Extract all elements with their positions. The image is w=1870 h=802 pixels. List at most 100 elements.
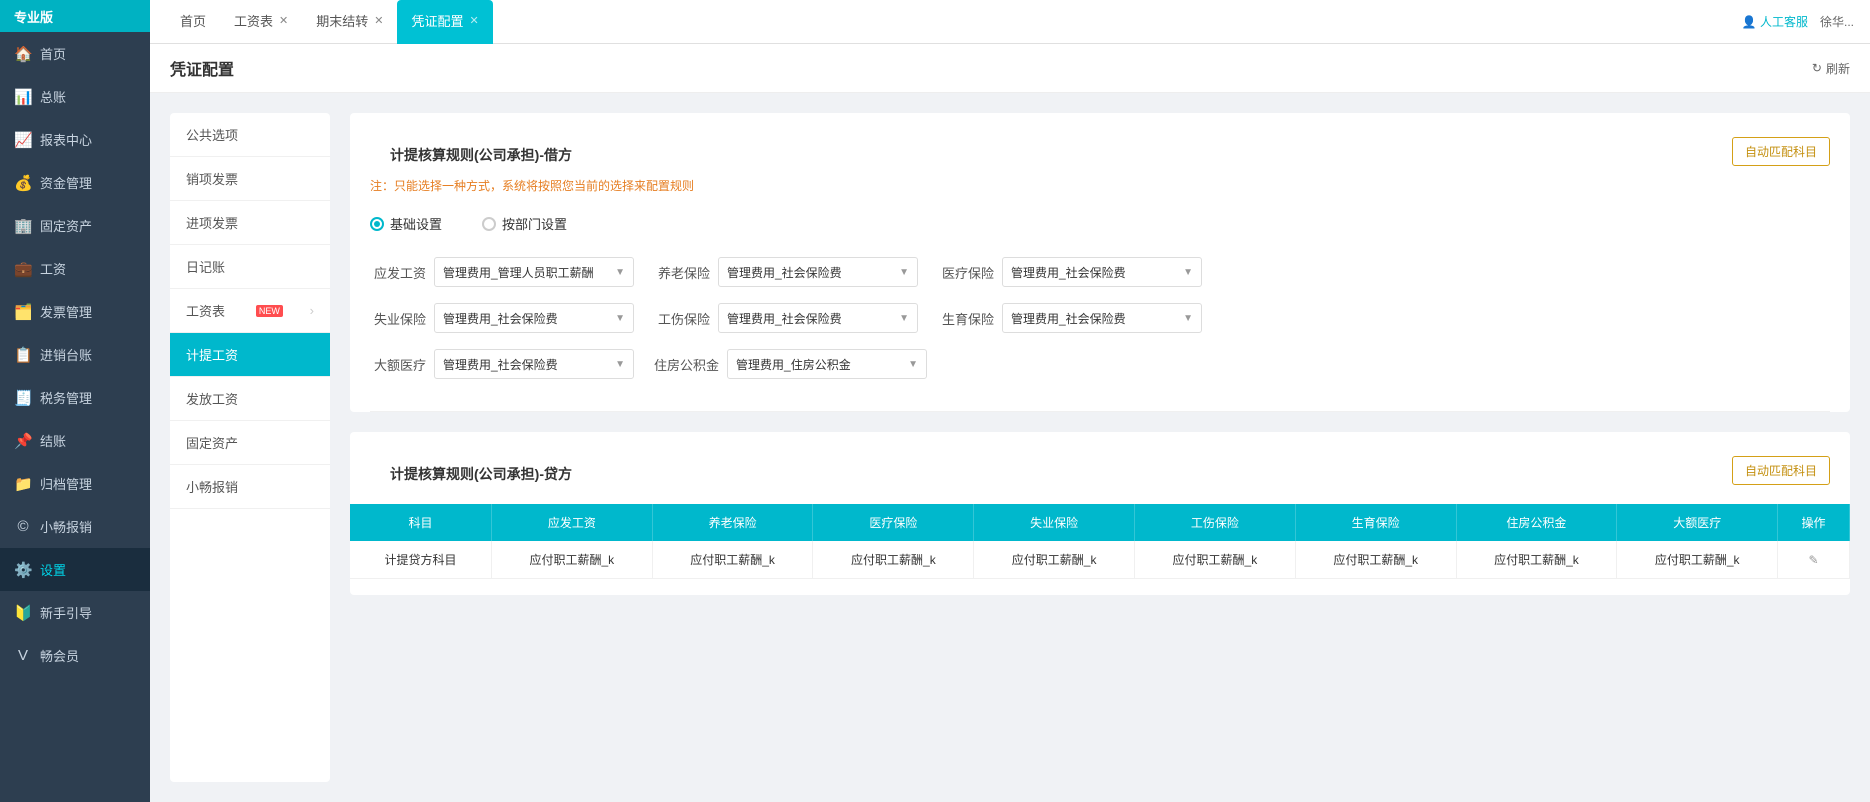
page-header: 凭证配置 ↻ 刷新 [150, 44, 1870, 93]
right-content: 计提核算规则(公司承担)-借方 自动匹配科目 注：只能选择一种方式，系统将按照您… [350, 113, 1850, 782]
top-right: 👤 人工客服 徐华... [1742, 13, 1854, 30]
left-nav-item-journal[interactable]: 日记账 [170, 245, 330, 289]
left-nav-label-accrued-salary: 计提工资 [186, 345, 238, 364]
form-select-sybx2[interactable]: 管理费用_社会保险费 ▼ [1002, 303, 1202, 333]
th-大额医疗: 大额医疗 [1617, 504, 1778, 541]
tab-close-voucher-config[interactable]: ✕ [470, 14, 479, 27]
chevron-down-icon-gjj: ▼ [908, 359, 918, 370]
form-label-gjj: 住房公积金 [654, 355, 719, 374]
sidebar-label-report-center: 报表中心 [40, 130, 92, 149]
debit-section-title: 计提核算规则(公司承担)-借方 [370, 129, 592, 173]
tab-close-period-close[interactable]: ✕ [374, 14, 383, 27]
form-select-value-sybx2: 管理费用_社会保险费 [1011, 310, 1126, 327]
purchase-sales-icon: 📋 [14, 346, 32, 364]
td-6: 应付职工薪酬_k [1295, 541, 1456, 579]
sidebar-label-invoice-management: 发票管理 [40, 302, 92, 321]
tab-period-close[interactable]: 期末结转 ✕ [302, 0, 397, 44]
sidebar-item-vip-member[interactable]: V 畅会员 [0, 634, 150, 677]
sidebar-item-closing[interactable]: 📌结账 [0, 419, 150, 462]
sidebar-item-home[interactable]: 🏠首页 [0, 32, 150, 75]
sidebar-item-archive-management[interactable]: 📁 归档管理 [0, 462, 150, 505]
form-field-ylbx: 养老保险 管理费用_社会保险费 ▼ [654, 257, 918, 287]
left-nav-item-xiao-chang-expense[interactable]: 小畅报销 [170, 465, 330, 509]
table-row: 计提贷方科目应付职工薪酬_k应付职工薪酬_k应付职工薪酬_k应付职工薪酬_k应付… [350, 541, 1850, 579]
sidebar-label-xiao-chang-expense: 小畅报销 [40, 517, 92, 536]
sidebar-item-fund-management[interactable]: 💰资金管理 [0, 161, 150, 204]
radio-basic-setup[interactable]: 基础设置 [370, 214, 442, 233]
form-select-daly[interactable]: 管理费用_社会保险费 ▼ [434, 349, 634, 379]
sidebar-item-fixed-assets[interactable]: 🏢固定资产 [0, 204, 150, 247]
sidebar-item-report-center[interactable]: 📈 报表中心 [0, 118, 150, 161]
customer-service-link[interactable]: 👤 人工客服 [1742, 13, 1808, 30]
tab-home[interactable]: 首页 [166, 0, 220, 44]
archive-management-icon: 📁 [14, 475, 32, 493]
tab-voucher-config[interactable]: 凭证配置 ✕ [397, 0, 492, 44]
form-field-gjj: 住房公积金 管理费用_住房公积金 ▼ [654, 349, 927, 379]
settings-icon: ⚙️ [14, 561, 32, 579]
tab-salary-table[interactable]: 工资表 ✕ [220, 0, 302, 44]
sidebar-label-general-ledger: 总账 [40, 87, 66, 106]
form-label-yfgz: 应发工资 [370, 263, 426, 282]
sidebar-item-xiao-chang-expense[interactable]: ©小畅报销 [0, 505, 150, 548]
left-nav-item-salary-table[interactable]: 工资表NEW› [170, 289, 330, 333]
left-nav-item-sales-invoice[interactable]: 销项发票 [170, 157, 330, 201]
invoice-management-icon: 🗂️ [14, 303, 32, 321]
fixed-assets-icon: 🏢 [14, 217, 32, 235]
th-生育保险: 生育保险 [1295, 504, 1456, 541]
form-field-yfgz: 应发工资 管理费用_管理人员职工薪酬 ▼ [370, 257, 634, 287]
sidebar: 专业版 🏠首页📊总账📈报表中心💰资金管理🏢固定资产💼工资🗂️发票管理📋进销台账🧾… [0, 0, 150, 802]
credit-auto-match-button[interactable]: 自动匹配科目 [1732, 456, 1830, 485]
edit-icon[interactable]: ✎ [1809, 553, 1819, 567]
chevron-down-icon-ylbx2: ▼ [1183, 267, 1193, 278]
new-badge-salary-table: NEW [256, 305, 283, 317]
th-科目: 科目 [350, 504, 491, 541]
credit-section-title: 计提核算规则(公司承担)-贷方 [370, 448, 592, 492]
form-field-sybx2: 生育保险 管理费用_社会保险费 ▼ [938, 303, 1202, 333]
tab-bar: 首页工资表 ✕期末结转 ✕凭证配置 ✕ 👤 人工客服 徐华... [150, 0, 1870, 44]
report-center-icon: 📈 [14, 131, 32, 149]
radio-dept-circle [482, 217, 496, 231]
sidebar-item-tax-management[interactable]: 🧾税务管理 [0, 376, 150, 419]
left-nav-item-public-options[interactable]: 公共选项 [170, 113, 330, 157]
form-select-value-yfgz: 管理费用_管理人员职工薪酬 [443, 264, 594, 281]
left-nav-item-purchase-invoice[interactable]: 进项发票 [170, 201, 330, 245]
sidebar-label-vip-member: 畅会员 [40, 646, 79, 665]
form-select-ylbx2[interactable]: 管理费用_社会保险费 ▼ [1002, 257, 1202, 287]
form-select-gsbx[interactable]: 管理费用_社会保险费 ▼ [718, 303, 918, 333]
form-select-gjj[interactable]: 管理费用_住房公积金 ▼ [727, 349, 927, 379]
refresh-button[interactable]: ↻ 刷新 [1812, 60, 1850, 77]
chevron-down-icon-yfgz: ▼ [615, 267, 625, 278]
left-nav-label-public-options: 公共选项 [186, 125, 238, 144]
radio-dept-setup[interactable]: 按部门设置 [482, 214, 567, 233]
sidebar-item-settings[interactable]: ⚙️设置 [0, 548, 150, 591]
sidebar-label-archive-management: 归档管理 [40, 474, 92, 493]
sidebar-item-purchase-sales[interactable]: 📋进销台账 [0, 333, 150, 376]
th-失业保险: 失业保险 [974, 504, 1135, 541]
tab-close-salary-table[interactable]: ✕ [279, 14, 288, 27]
tax-management-icon: 🧾 [14, 389, 32, 407]
sidebar-item-invoice-management[interactable]: 🗂️ 发票管理 [0, 290, 150, 333]
form-select-yfgz[interactable]: 管理费用_管理人员职工薪酬 ▼ [434, 257, 634, 287]
sidebar-item-salary[interactable]: 💼工资 [0, 247, 150, 290]
debit-auto-match-button[interactable]: 自动匹配科目 [1732, 137, 1830, 166]
debit-form-row-1: 应发工资 管理费用_管理人员职工薪酬 ▼ 养老保险 管理费用_社会保险费 ▼ 医… [370, 257, 1830, 287]
content-area: 公共选项销项发票进项发票日记账工资表NEW› 计提工资发放工资固定资产小畅报销 计… [150, 93, 1870, 802]
left-nav-item-pay-salary[interactable]: 发放工资 [170, 377, 330, 421]
sidebar-item-general-ledger[interactable]: 📊总账 [0, 75, 150, 118]
left-nav-item-accrued-salary[interactable]: 计提工资 [170, 333, 330, 377]
sidebar-item-new-guide[interactable]: 🔰新手引导 [0, 591, 150, 634]
tab-label-salary-table: 工资表 [234, 11, 273, 30]
form-select-ylbx[interactable]: 管理费用_社会保险费 ▼ [718, 257, 918, 287]
vip-member-icon: V [14, 647, 32, 664]
tab-label-home: 首页 [180, 11, 206, 30]
form-select-sybx[interactable]: 管理费用_社会保险费 ▼ [434, 303, 634, 333]
chevron-down-icon-sybx: ▼ [615, 313, 625, 324]
form-label-daly: 大额医疗 [370, 355, 426, 374]
main-area: 首页工资表 ✕期末结转 ✕凭证配置 ✕ 👤 人工客服 徐华... 凭证配置 ↻ … [150, 0, 1870, 802]
left-nav-item-fixed-assets[interactable]: 固定资产 [170, 421, 330, 465]
td-action[interactable]: ✎ [1778, 541, 1850, 579]
sidebar-label-new-guide: 新手引导 [40, 603, 92, 622]
debit-form-row-2: 失业保险 管理费用_社会保险费 ▼ 工伤保险 管理费用_社会保险费 ▼ 生育保险… [370, 303, 1830, 333]
form-label-sybx2: 生育保险 [938, 309, 994, 328]
td-5: 应付职工薪酬_k [1135, 541, 1296, 579]
